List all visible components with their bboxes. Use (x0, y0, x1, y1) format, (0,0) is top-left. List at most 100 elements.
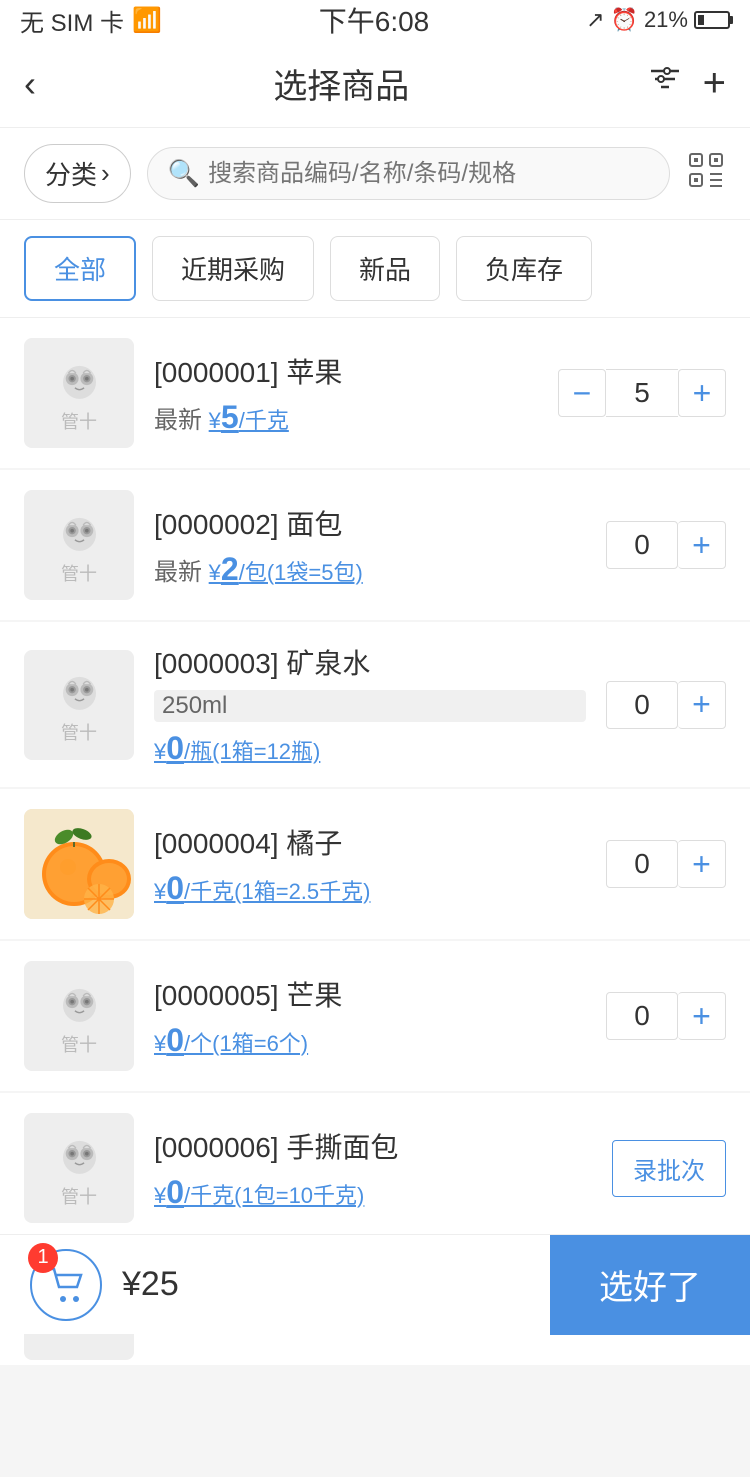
confirm-button[interactable]: 选好了 (550, 1235, 750, 1335)
nav-actions: + (647, 61, 726, 107)
qty-increase-button[interactable]: + (678, 521, 726, 569)
tab-all[interactable]: 全部 (24, 236, 136, 301)
qty-control: + (606, 681, 726, 729)
price-unit: /包(1袋=5包) (239, 560, 363, 585)
cart-icon (46, 1267, 86, 1303)
currency-symbol: ¥ (154, 1183, 166, 1208)
status-right: ↗ ⏰ 21% (586, 7, 730, 33)
category-arrow: › (101, 158, 110, 189)
product-info: [0000002] 面包 最新 ¥2/包(1袋=5包) (154, 503, 586, 588)
batch-button[interactable]: 录批次 (612, 1140, 726, 1197)
tab-negative[interactable]: 负库存 (456, 236, 592, 301)
tabs-row: 全部 近期采购 新品 负库存 (0, 220, 750, 318)
product-name: [0000004] 橘子 (154, 822, 586, 862)
qty-control: + (606, 992, 726, 1040)
back-button[interactable]: ‹ (24, 63, 36, 105)
tab-recent[interactable]: 近期采购 (152, 236, 314, 301)
carrier-text: 无 SIM 卡 (20, 3, 124, 38)
qty-increase-button[interactable]: + (678, 369, 726, 417)
product-name: [0000003] 矿泉水 (154, 642, 586, 682)
qty-input[interactable] (606, 681, 678, 729)
qty-increase-button[interactable]: + (678, 992, 726, 1040)
product-info: [0000005] 芒果 ¥0/个(1箱=6个) (154, 974, 586, 1059)
price-unit: /个(1箱=6个) (184, 1031, 308, 1056)
search-input[interactable] (208, 160, 649, 188)
qty-increase-button[interactable]: + (678, 840, 726, 888)
filter-row: 分类 › 🔍 (0, 128, 750, 220)
product-name: [0000002] 面包 (154, 503, 586, 543)
price-unit: /千克 (239, 408, 289, 433)
product-logo: 管十 (52, 353, 107, 434)
product-price: ¥0/瓶(1箱=12瓶) (154, 730, 586, 767)
price-label: 最新 (154, 559, 209, 586)
product-price: 最新 ¥2/包(1袋=5包) (154, 551, 586, 588)
status-carrier: 无 SIM 卡 📶 (20, 3, 162, 38)
qty-input[interactable] (606, 521, 678, 569)
cart-icon-wrap[interactable]: 1 (30, 1249, 102, 1321)
location-icon: ↗ (586, 7, 604, 33)
product-image (24, 809, 134, 919)
scan-icon[interactable] (686, 150, 726, 198)
product-name: [0000005] 芒果 (154, 974, 586, 1014)
price-label: 最新 (154, 407, 209, 434)
cart-badge: 1 (28, 1243, 58, 1273)
product-item: 管十 [0000005] 芒果 ¥0/个(1箱=6个) + (0, 941, 750, 1091)
nav-bar: ‹ 选择商品 + (0, 40, 750, 128)
product-price: ¥0/千克(1箱=2.5千克) (154, 870, 586, 907)
brand-label: 管十 (61, 1031, 97, 1057)
product-image: 管十 (24, 338, 134, 448)
product-logo: 管十 (52, 505, 107, 586)
product-item: [0000004] 橘子 ¥0/千克(1箱=2.5千克) + (0, 789, 750, 939)
product-image: 管十 (24, 1113, 134, 1223)
status-time: 下午6:08 (319, 0, 430, 40)
currency-symbol: ¥ (154, 1031, 166, 1056)
brand-label: 管十 (61, 719, 97, 745)
qty-control: + (606, 840, 726, 888)
currency-symbol: ¥ (209, 560, 221, 585)
product-price: 最新 ¥5/千克 (154, 399, 538, 436)
product-item: 管十 [0000006] 手撕面包 ¥0/千克(1包=10千克) 录批次 (0, 1093, 750, 1243)
product-name: [0000001] 苹果 (154, 351, 538, 391)
product-logo: 管十 (52, 1128, 107, 1209)
qty-control: − + (558, 369, 726, 417)
product-price: ¥0/千克(1包=10千克) (154, 1174, 592, 1211)
product-info: [0000001] 苹果 最新 ¥5/千克 (154, 351, 538, 436)
price-value: 5 (221, 399, 239, 435)
currency-symbol: ¥ (209, 408, 221, 433)
product-price: ¥0/个(1箱=6个) (154, 1022, 586, 1059)
product-item: 管十 [0000001] 苹果 最新 ¥5/千克 − + (0, 318, 750, 468)
qty-control: + (606, 521, 726, 569)
qty-decrease-button[interactable]: − (558, 369, 606, 417)
cart-section: 1 ¥25 (0, 1249, 550, 1321)
price-value: 0 (166, 730, 184, 766)
tab-new[interactable]: 新品 (330, 236, 440, 301)
add-button[interactable]: + (703, 61, 726, 106)
category-button[interactable]: 分类 › (24, 144, 131, 203)
product-item: 管十 [0000002] 面包 最新 ¥2/包(1袋=5包) + (0, 470, 750, 620)
qty-increase-button[interactable]: + (678, 681, 726, 729)
qty-input[interactable] (606, 992, 678, 1040)
battery-icon (694, 11, 730, 29)
product-logo: 管十 (52, 664, 107, 745)
price-value: 0 (166, 1174, 184, 1210)
status-bar: 无 SIM 卡 📶 下午6:08 ↗ ⏰ 21% (0, 0, 750, 40)
product-image: 管十 (24, 961, 134, 1071)
category-label: 分类 (45, 155, 97, 192)
price-unit: /千克(1箱=2.5千克) (184, 879, 370, 904)
page-title: 选择商品 (273, 59, 409, 108)
filter-icon[interactable] (647, 61, 683, 107)
brand-label: 管十 (61, 1183, 97, 1209)
qty-input[interactable] (606, 369, 678, 417)
product-info: [0000003] 矿泉水 250ml ¥0/瓶(1箱=12瓶) (154, 642, 586, 767)
search-icon: 🔍 (168, 158, 200, 189)
brand-label: 管十 (61, 560, 97, 586)
qty-input[interactable] (606, 840, 678, 888)
currency-symbol: ¥ (154, 739, 166, 764)
currency-symbol: ¥ (154, 879, 166, 904)
price-value: 2 (221, 551, 239, 587)
price-unit: /瓶(1箱=12瓶) (184, 739, 320, 764)
battery-percent: 21% (644, 7, 688, 33)
product-spec: 250ml (154, 690, 586, 722)
cart-total: ¥25 (122, 1265, 179, 1304)
product-name: [0000006] 手撕面包 (154, 1126, 592, 1166)
